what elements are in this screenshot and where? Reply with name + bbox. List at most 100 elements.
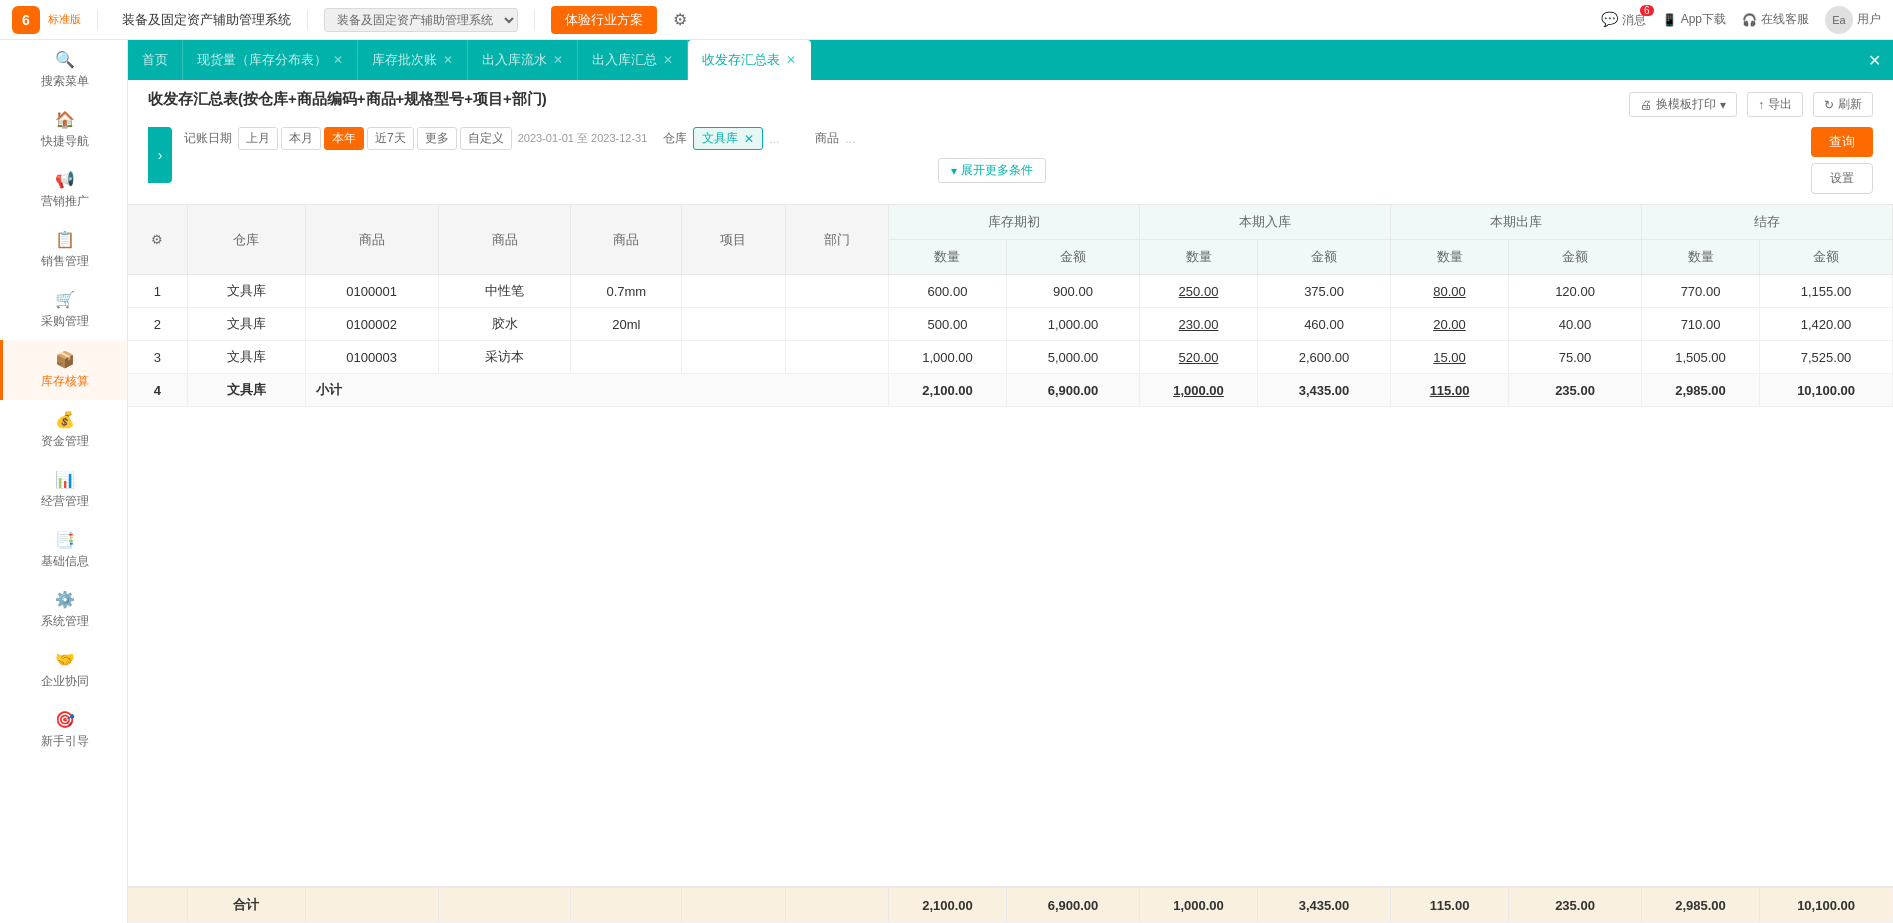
date-range: 2023-01-01 至 2023-12-31	[518, 131, 648, 146]
cell-opening-amt: 900.00	[1007, 275, 1140, 308]
th-out-qty: 数量	[1390, 240, 1508, 275]
cell-subtotal-out-qty[interactable]: 115.00	[1390, 374, 1508, 407]
cell-in-qty[interactable]: 520.00	[1139, 341, 1257, 374]
system-selector[interactable]: 装备及固定资产辅助管理系统	[324, 8, 518, 32]
sidebar: 🔍 搜索菜单 🏠 快捷导航 📢 营销推广 📋 销售管理 🛒 采购管理 📦	[0, 40, 128, 923]
sidebar-item-basic-info[interactable]: 📑 基础信息	[0, 520, 127, 580]
cell-in-qty[interactable]: 230.00	[1139, 308, 1257, 341]
cell-subtotal-in-qty[interactable]: 1,000.00	[1139, 374, 1257, 407]
cell-in-qty[interactable]: 250.00	[1139, 275, 1257, 308]
th-spec: 商品	[571, 205, 682, 275]
cell-opening-amt: 1,000.00	[1007, 308, 1140, 341]
footer-total: 合计 2,100.00 6,900.00 1,000.00 3,435.00 1…	[128, 886, 1893, 923]
cell-out-qty[interactable]: 20.00	[1390, 308, 1508, 341]
filter-bar: › 记账日期 上月 本月 本年 近7天	[148, 127, 1873, 204]
total-balance-qty: 2,985.00	[1641, 888, 1759, 923]
tab-close-stock-dist[interactable]: ✕	[333, 53, 343, 67]
cell-no: 3	[128, 341, 187, 374]
cell-code: 0100001	[305, 275, 438, 308]
query-btn[interactable]: 查询	[1811, 127, 1873, 157]
cell-balance-qty: 1,505.00	[1641, 341, 1759, 374]
tab-close-in-out-flow[interactable]: ✕	[553, 53, 563, 67]
tab-in-out-summary[interactable]: 出入库汇总 ✕	[578, 40, 688, 80]
th-in-qty: 数量	[1139, 240, 1257, 275]
date-btn-more[interactable]: 更多	[417, 127, 457, 150]
cell-out-qty[interactable]: 80.00	[1390, 275, 1508, 308]
table-row: 1 文具库 0100001 中性笔 0.7mm 600.00 900.00 25…	[128, 275, 1893, 308]
tab-home[interactable]: 首页	[128, 40, 183, 80]
refresh-btn[interactable]: ↻ 刷新	[1813, 92, 1873, 117]
cell-warehouse: 文具库	[187, 341, 305, 374]
sidebar-item-guide[interactable]: 🎯 新手引导	[0, 700, 127, 760]
total-empty-1	[128, 888, 187, 923]
sidebar-item-enterprise[interactable]: 🤝 企业协同	[0, 640, 127, 700]
cell-dept	[785, 341, 888, 374]
summary-table: ⚙ 仓库 商品 商品 商品 项目 部门 库存期初 本期入库 本期出库	[128, 205, 1893, 407]
enterprise-icon: 🤝	[55, 650, 75, 669]
date-btn-last-month[interactable]: 上月	[238, 127, 278, 150]
goods-more[interactable]: ...	[845, 132, 855, 146]
messages-btn[interactable]: 💬 6 消息	[1601, 11, 1645, 29]
cell-out-qty[interactable]: 15.00	[1390, 341, 1508, 374]
sidebar-item-inventory[interactable]: 📦 库存核算	[0, 340, 127, 400]
tab-close-batch[interactable]: ✕	[443, 53, 453, 67]
th-balance-amt: 金额	[1760, 240, 1893, 275]
th-opening-amt: 金额	[1007, 240, 1140, 275]
cell-dept	[785, 308, 888, 341]
table-row: 2 文具库 0100002 胶水 20ml 500.00 1,000.00 23…	[128, 308, 1893, 341]
basic-info-icon: 📑	[55, 530, 75, 549]
tab-batch[interactable]: 库存批次账 ✕	[358, 40, 468, 80]
page-title: 收发存汇总表(按仓库+商品编码+商品+规格型号+项目+部门)	[148, 90, 547, 109]
print-template-btn[interactable]: 🖨 换模板打印 ▾	[1629, 92, 1737, 117]
warehouse-tag[interactable]: 文具库 ✕	[693, 127, 763, 150]
export-btn[interactable]: ↑ 导出	[1747, 92, 1803, 117]
sidebar-item-system[interactable]: ⚙️ 系统管理	[0, 580, 127, 640]
sidebar-item-operations[interactable]: 📊 经营管理	[0, 460, 127, 520]
sidebar-item-quick-nav[interactable]: 🏠 快捷导航	[0, 100, 127, 160]
th-out-amt: 金额	[1509, 240, 1642, 275]
filter-toggle-btn[interactable]: ›	[148, 127, 172, 183]
cell-subtotal-label: 小计	[305, 374, 888, 407]
sidebar-item-sales[interactable]: 📋 销售管理	[0, 220, 127, 280]
cell-balance-amt: 7,525.00	[1760, 341, 1893, 374]
tab-stock-dist[interactable]: 现货量（库存分布表） ✕	[183, 40, 358, 80]
warehouse-more[interactable]: ...	[769, 132, 779, 146]
date-btn-this-month[interactable]: 本月	[281, 127, 321, 150]
th-in-amt: 金额	[1258, 240, 1391, 275]
cell-subtotal-balance-amt: 10,100.00	[1760, 374, 1893, 407]
settings-icon[interactable]: ⚙	[673, 10, 687, 29]
cell-in-amt: 460.00	[1258, 308, 1391, 341]
total-out-qty: 115.00	[1390, 888, 1508, 923]
col-settings-icon[interactable]: ⚙	[128, 205, 187, 275]
online-support-btn[interactable]: 🎧 在线客服	[1742, 11, 1809, 28]
cell-subtotal-balance-qty: 2,985.00	[1641, 374, 1759, 407]
total-in-qty: 1,000.00	[1139, 888, 1257, 923]
sidebar-item-search[interactable]: 🔍 搜索菜单	[0, 40, 127, 100]
cell-subtotal-in-amt: 3,435.00	[1258, 374, 1391, 407]
total-label: 合计	[187, 888, 305, 923]
th-opening: 库存期初	[888, 205, 1139, 240]
app-download-btn[interactable]: 📱 App下载	[1662, 11, 1726, 28]
sidebar-item-finance[interactable]: 💰 资金管理	[0, 400, 127, 460]
date-btn-this-year[interactable]: 本年	[324, 127, 364, 150]
expand-conditions-btn[interactable]: ▾ 展开更多条件	[938, 158, 1046, 183]
tab-close-in-out-summary[interactable]: ✕	[663, 53, 673, 67]
filter-settings-btn[interactable]: 设置	[1811, 163, 1873, 194]
app-tag: 标准版	[48, 13, 81, 26]
tab-close-receipt-summary[interactable]: ✕	[786, 53, 796, 67]
table-settings-icon[interactable]: ⚙	[151, 232, 163, 247]
tab-bar-close-btn[interactable]: ✕	[1856, 51, 1893, 70]
warehouse-remove-icon[interactable]: ✕	[744, 132, 754, 146]
cell-in-amt: 375.00	[1258, 275, 1391, 308]
sidebar-item-marketing[interactable]: 📢 营销推广	[0, 160, 127, 220]
tab-in-out-flow[interactable]: 出入库流水 ✕	[468, 40, 578, 80]
operations-icon: 📊	[55, 470, 75, 489]
sidebar-item-purchase[interactable]: 🛒 采购管理	[0, 280, 127, 340]
experience-btn[interactable]: 体验行业方案	[551, 6, 657, 34]
cell-project	[682, 275, 785, 308]
date-btn-custom[interactable]: 自定义	[460, 127, 512, 150]
date-btn-7days[interactable]: 近7天	[367, 127, 414, 150]
chevron-down-icon: ▾	[951, 164, 957, 178]
user-avatar[interactable]: Ea 用户	[1825, 6, 1881, 34]
tab-receipt-summary[interactable]: 收发存汇总表 ✕	[688, 40, 811, 80]
